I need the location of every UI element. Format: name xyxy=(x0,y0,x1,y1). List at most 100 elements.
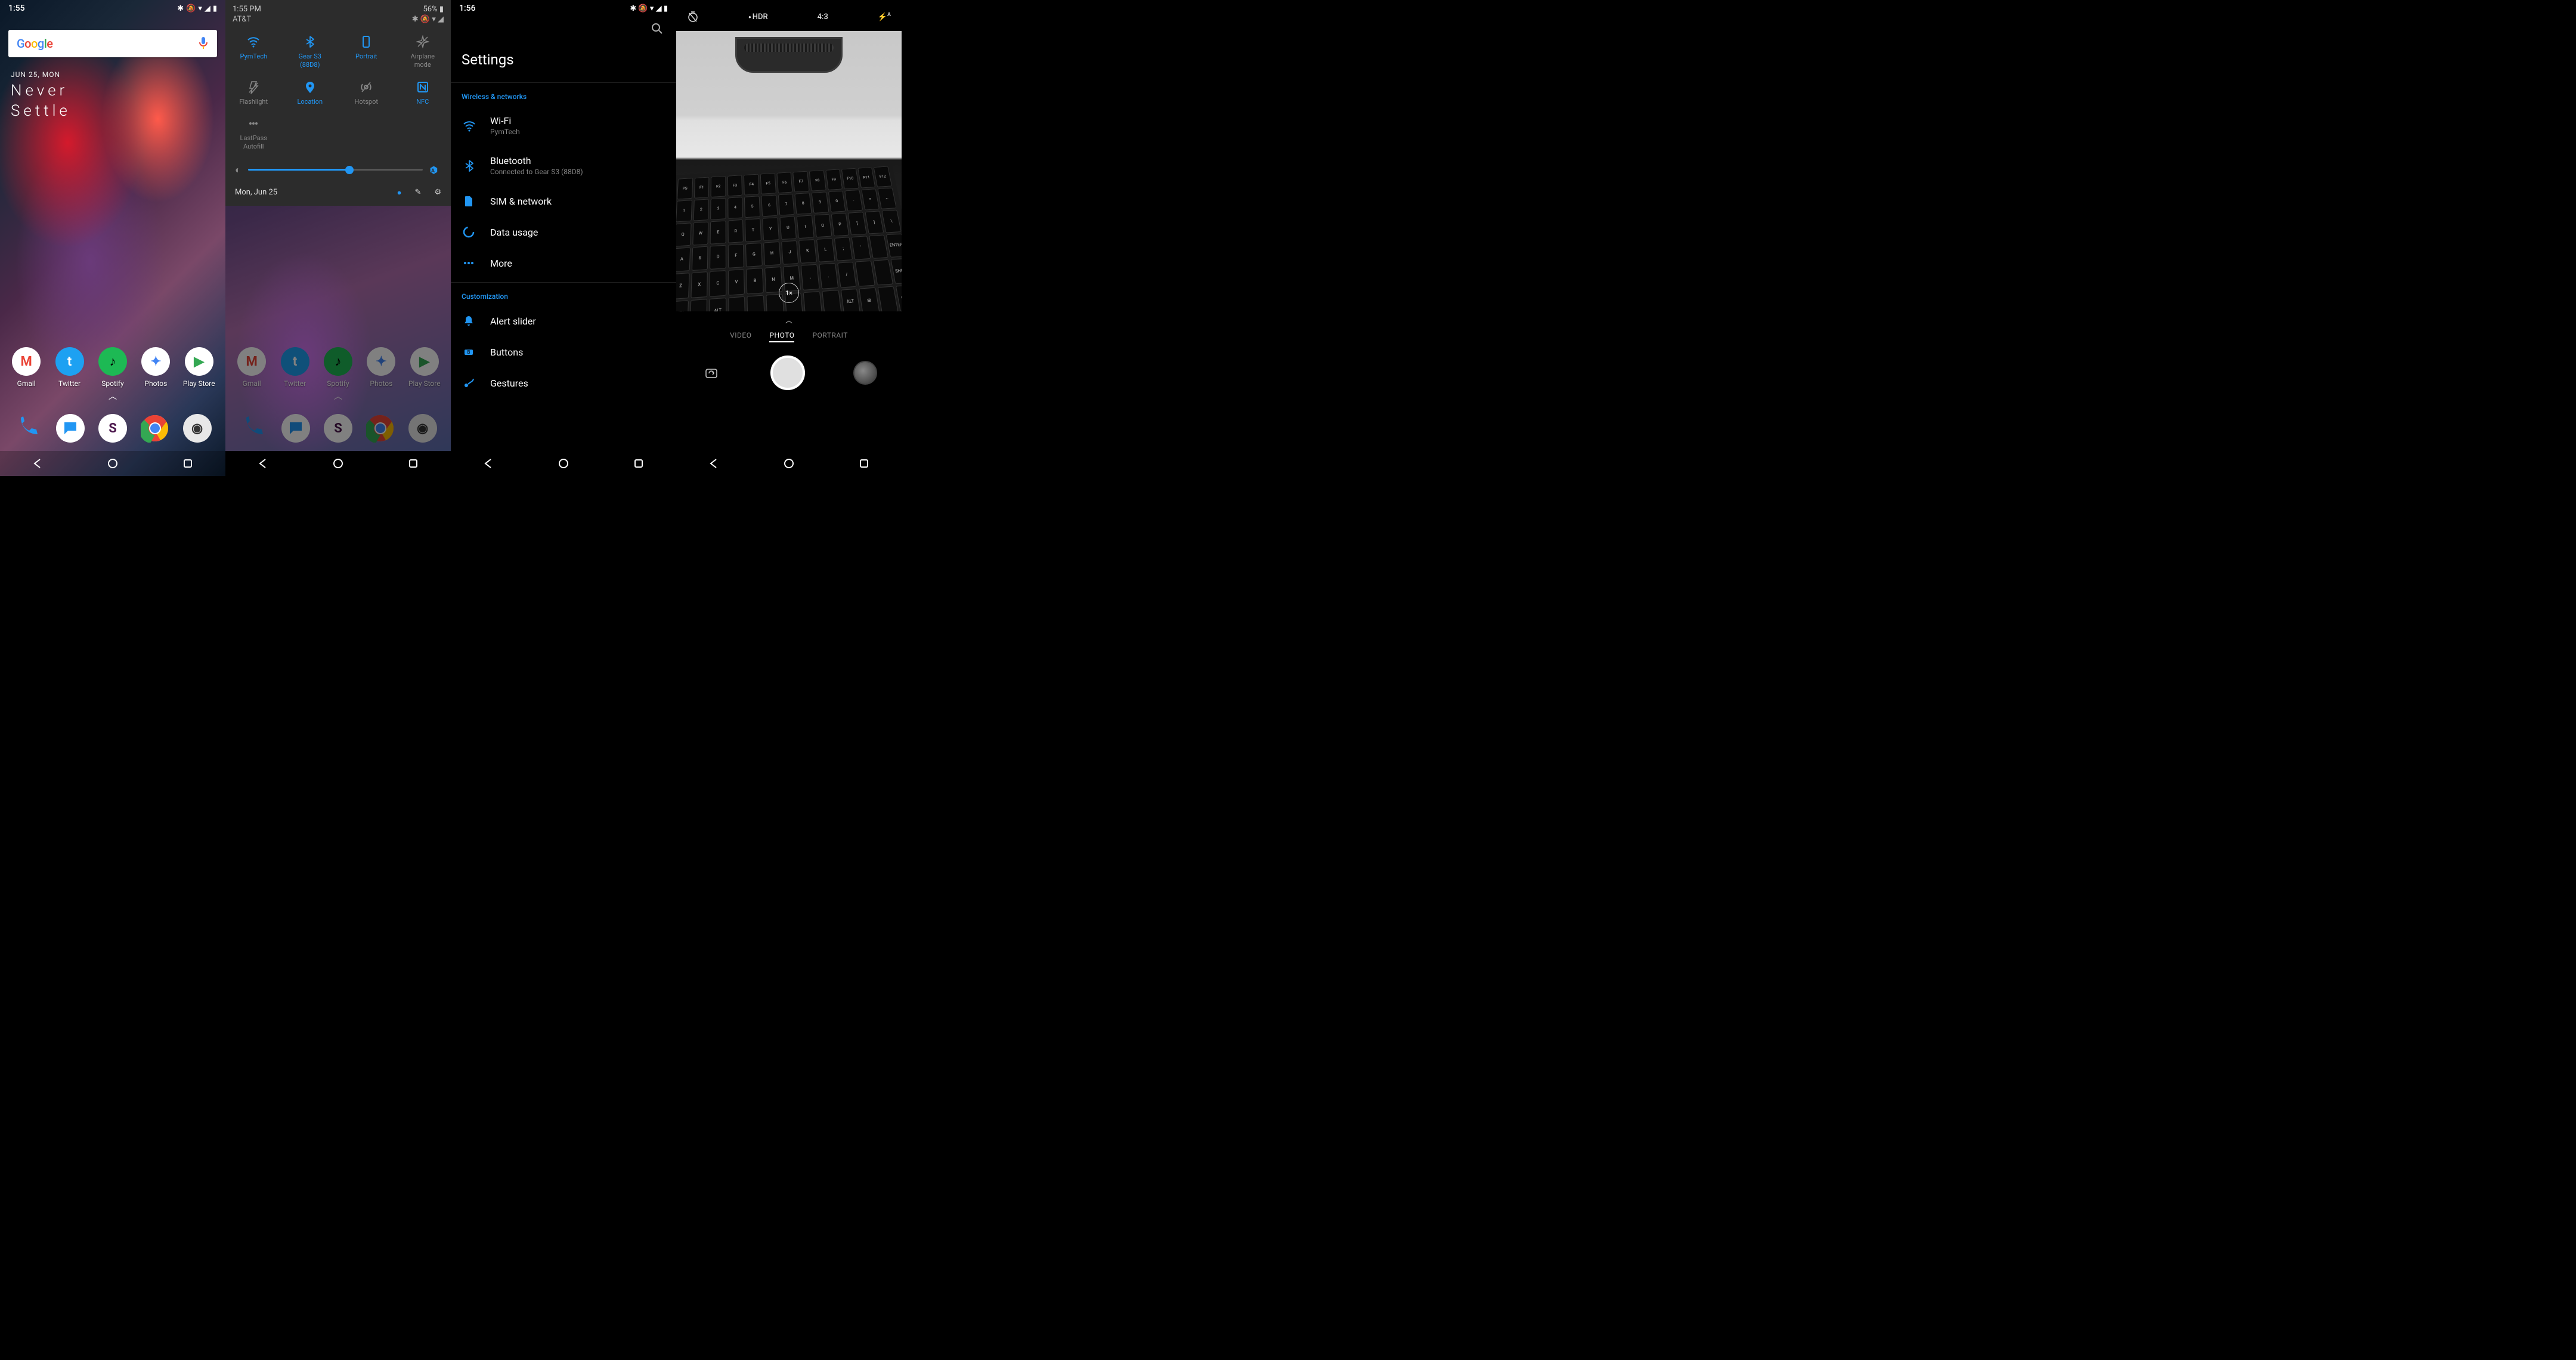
qs-tile-wifi[interactable]: PymTech xyxy=(225,35,282,69)
nav-recent[interactable] xyxy=(182,458,194,469)
app-Play Store[interactable]: ▶Play Store xyxy=(181,347,218,388)
qs-tile-bt[interactable]: Gear S3(88D8) xyxy=(282,35,339,69)
switch-camera-button[interactable] xyxy=(701,362,722,384)
wifi-icon xyxy=(463,119,476,132)
app-Gmail[interactable]: MGmail xyxy=(233,347,270,388)
app-slack[interactable]: S xyxy=(320,414,357,443)
app-Twitter[interactable]: tTwitter xyxy=(277,347,314,388)
brightness-slider[interactable] xyxy=(248,169,423,171)
hotspot-icon xyxy=(359,80,373,94)
qs-tile-location[interactable]: Location xyxy=(282,80,339,106)
nav-recent[interactable] xyxy=(633,458,645,469)
vf-key: ⊞ xyxy=(859,287,880,311)
qs-tile-airplane[interactable]: Airplanemode xyxy=(395,35,451,69)
app-chrome[interactable] xyxy=(137,414,174,443)
settings-row-bluetooth[interactable]: BluetoothConnected to Gear S3 (88D8) xyxy=(451,146,676,186)
vf-key: 9 xyxy=(812,191,829,214)
aspect-ratio-toggle[interactable]: 4:3 xyxy=(818,13,828,21)
vf-key xyxy=(869,234,888,259)
flash-toggle[interactable]: ⚡A xyxy=(878,12,891,21)
vf-key: A xyxy=(676,247,691,272)
shutter-button[interactable] xyxy=(770,356,805,390)
app-Spotify[interactable]: ♪Spotify xyxy=(94,347,131,388)
nav-home[interactable] xyxy=(107,458,119,469)
nav-home[interactable] xyxy=(783,458,795,469)
vf-key: F3 xyxy=(727,175,743,196)
home-slogan: Never Settle xyxy=(11,81,215,122)
nav-recent[interactable] xyxy=(407,458,419,469)
qs-status-bar: 1:55 PM 56% ▮ xyxy=(225,0,451,14)
edit-icon[interactable]: ✎ xyxy=(414,188,421,197)
nav-home[interactable] xyxy=(332,458,344,469)
zoom-indicator[interactable]: 1× xyxy=(779,283,799,303)
app-drawer-handle[interactable]: ︿ xyxy=(109,390,117,402)
settings-row-gestures[interactable]: Gestures xyxy=(451,367,676,398)
nav-back[interactable] xyxy=(257,458,269,469)
status-icons: ✱ 🔕 ▾ ◢ ▮ xyxy=(630,4,668,13)
app-slack[interactable]: S xyxy=(94,414,131,443)
vf-key: 5 xyxy=(744,196,760,218)
settings-row-data-usage[interactable]: Data usage xyxy=(451,217,676,248)
dnd-icon: 🔕 xyxy=(186,4,196,13)
camera-options-handle[interactable]: ︿ xyxy=(676,311,902,326)
clock: 1:55 xyxy=(8,4,25,13)
app-Photos[interactable]: ✦Photos xyxy=(137,347,174,388)
nav-back[interactable] xyxy=(708,458,720,469)
qs-tile-hotspot[interactable]: Hotspot xyxy=(338,80,395,106)
carrier-label: AT&T xyxy=(233,15,251,24)
vf-key: P xyxy=(831,213,849,236)
vf-key: O xyxy=(814,214,832,237)
voice-search-icon[interactable] xyxy=(198,36,209,51)
settings-row-more[interactable]: More xyxy=(451,248,676,279)
app-phone[interactable] xyxy=(10,414,47,443)
mode-photo[interactable]: PHOTO xyxy=(769,331,794,342)
auto-brightness-icon[interactable]: ⬢A xyxy=(430,165,441,175)
qs-tile-nfc[interactable]: NFC xyxy=(395,80,451,106)
app-Play Store[interactable]: ▶Play Store xyxy=(406,347,443,388)
vf-key: Q xyxy=(676,222,691,246)
vf-key: 4 xyxy=(727,197,743,219)
nav-back[interactable] xyxy=(482,458,494,469)
mode-portrait[interactable]: PORTRAIT xyxy=(812,331,847,342)
qs-tile-portrait[interactable]: Portrait xyxy=(338,35,395,69)
camera-top-bar: ●HDR 4:3 ⚡A xyxy=(676,0,902,27)
camera-viewfinder[interactable]: PSF1F2F3F4F5F6F7F8F9F10F11F121234567890-… xyxy=(676,31,902,311)
settings-search-icon[interactable] xyxy=(651,23,663,35)
app-Photos[interactable]: ✦Photos xyxy=(363,347,400,388)
timer-icon[interactable] xyxy=(687,11,699,23)
vf-key: = xyxy=(861,188,880,211)
google-search-bar[interactable]: Google xyxy=(8,30,217,57)
section-customization: Customization xyxy=(451,286,676,305)
app-chrome[interactable] xyxy=(362,414,399,443)
app-messages[interactable] xyxy=(277,414,314,443)
row-title: Bluetooth xyxy=(490,155,583,166)
vf-key xyxy=(873,259,894,285)
brightness-low-icon: ◐ xyxy=(235,164,241,176)
app-Gmail[interactable]: MGmail xyxy=(8,347,45,388)
bg-drawer-handle: ︿ xyxy=(334,390,342,402)
settings-row-wi-fi[interactable]: Wi-FiPymTech xyxy=(451,106,676,146)
app-Spotify[interactable]: ♪Spotify xyxy=(320,347,357,388)
app-phone[interactable] xyxy=(235,414,272,443)
app-Twitter[interactable]: tTwitter xyxy=(51,347,88,388)
mode-video[interactable]: VIDEO xyxy=(730,331,751,342)
settings-row-alert-slider[interactable]: Alert slider xyxy=(451,305,676,336)
hdr-toggle[interactable]: ●HDR xyxy=(748,13,768,21)
nav-recent[interactable] xyxy=(858,458,870,469)
brightness-thumb[interactable] xyxy=(345,166,354,174)
qs-tile-flash[interactable]: Flashlight xyxy=(225,80,282,106)
settings-row-sim-network[interactable]: SIM & network xyxy=(451,186,676,217)
nav-back[interactable] xyxy=(32,458,44,469)
nav-home[interactable] xyxy=(558,458,569,469)
vf-key: L xyxy=(816,238,835,262)
app-camera[interactable]: ◉ xyxy=(404,414,441,443)
app-messages[interactable] xyxy=(52,414,89,443)
app-camera[interactable]: ◉ xyxy=(179,414,216,443)
nfc-icon xyxy=(416,80,430,94)
user-icon[interactable]: ● xyxy=(397,188,402,197)
settings-gear-icon[interactable]: ⚙ xyxy=(434,188,441,197)
app-label: Twitter xyxy=(58,379,80,388)
settings-row-buttons[interactable]: BButtons xyxy=(451,336,676,367)
gallery-thumbnail[interactable] xyxy=(853,361,877,385)
qs-tile-dots[interactable]: LastPassAutofill xyxy=(225,116,282,151)
